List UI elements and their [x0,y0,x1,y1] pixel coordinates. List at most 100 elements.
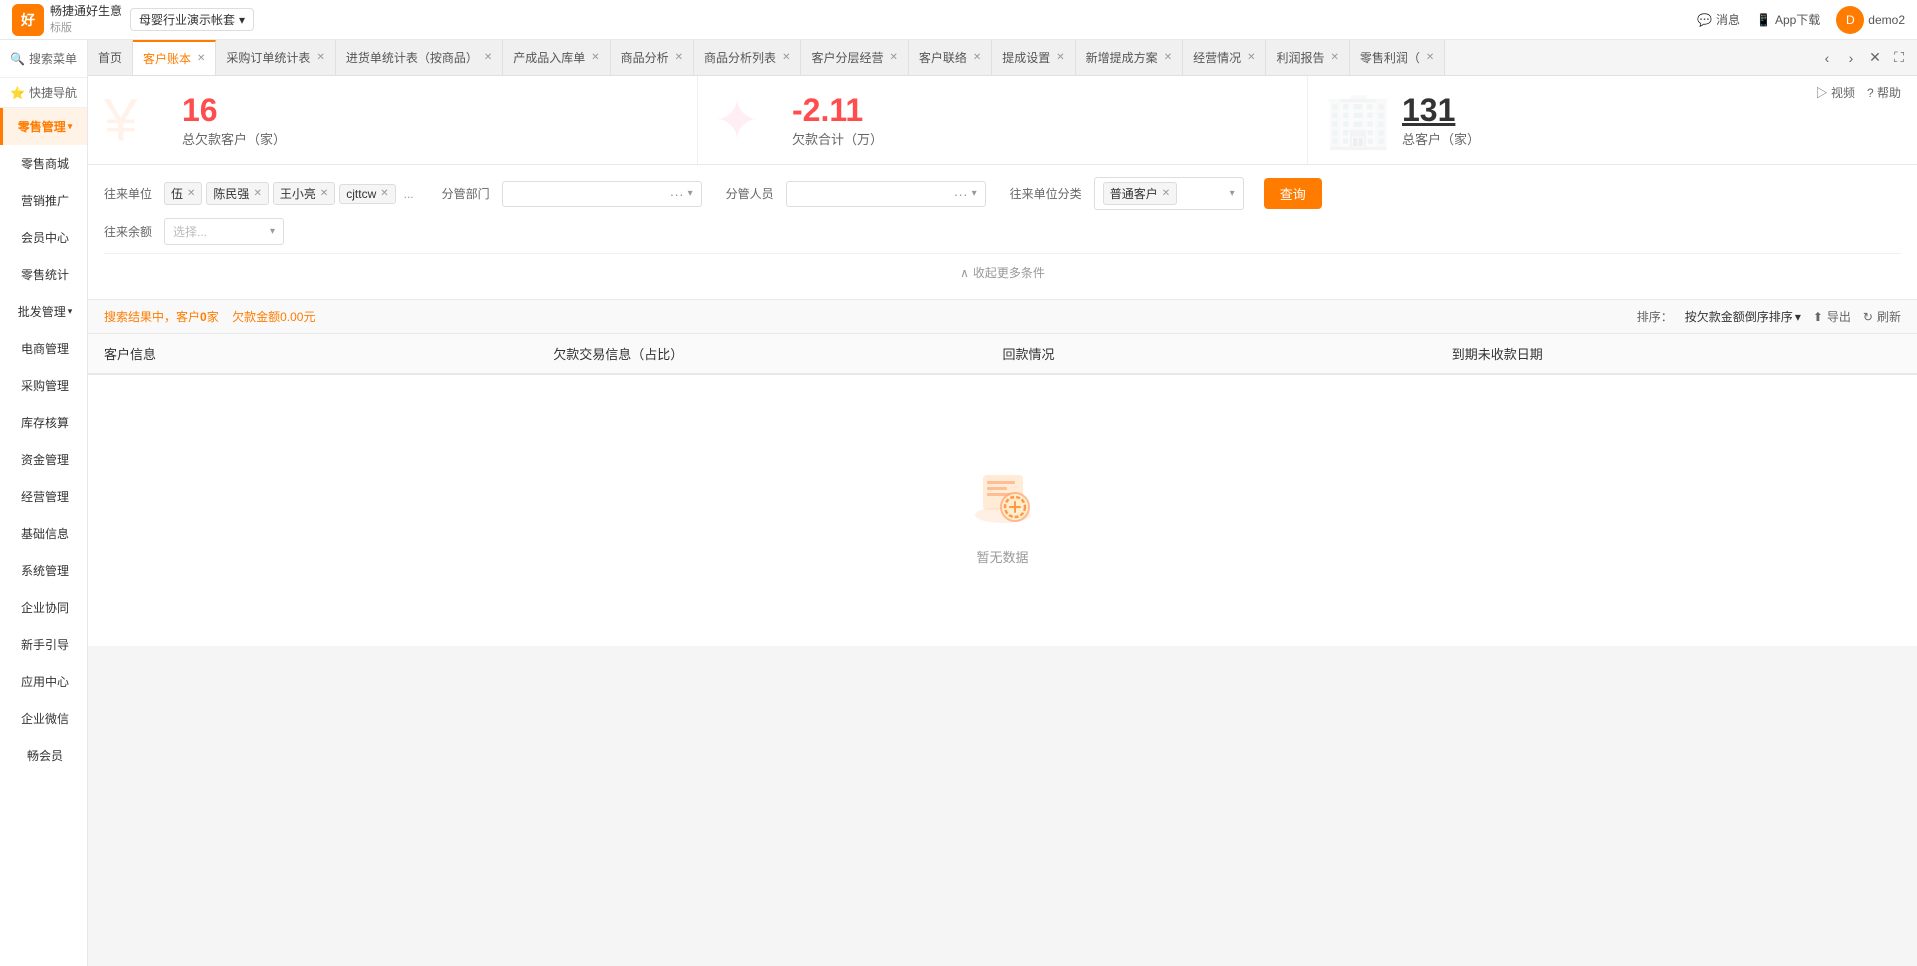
sidebar-item-vip-member[interactable]: 畅会员 [0,737,87,774]
sidebar-item-purchase-mgmt[interactable]: 采购管理 [0,367,87,404]
system-selector-label: 母婴行业演示帐套 [139,11,235,28]
sidebar-item-enterprise-collab[interactable]: 企业协同 [0,589,87,626]
tab-close-icon[interactable]: ✕ [197,53,205,64]
user-menu[interactable]: D demo2 [1836,6,1905,34]
sidebar-item-ops-mgmt[interactable]: 经营管理 [0,478,87,515]
tab-scroll-right[interactable]: › [1841,48,1861,68]
sidebar-quick-nav[interactable]: ⭐ 快捷导航 [0,78,87,108]
message-button[interactable]: 💬 消息 [1697,11,1740,28]
filter-tag-remove[interactable]: ✕ [253,188,261,199]
tab-close-icon[interactable]: ✕ [1056,52,1064,63]
sidebar-item-label: 批发管理 [18,303,66,320]
tab-controls: ‹ › ✕ ⛶ [1809,48,1917,68]
tab-close-icon[interactable]: ✕ [1331,52,1339,63]
system-selector[interactable]: 母婴行业演示帐套 ▾ [130,8,254,31]
tab-close-icon[interactable]: ✕ [1247,52,1255,63]
avatar: D [1836,6,1864,34]
export-button[interactable]: ⬆ 导出 [1813,308,1851,325]
tab-profit-report[interactable]: 利润报告 ✕ [1266,40,1349,76]
filter-tag-remove[interactable]: ✕ [187,188,195,199]
sort-label: 排序： [1637,308,1673,325]
filter-row-unit: 往来单位 伍 ✕ 陈民强 ✕ 王小亮 ✕ [104,177,1901,210]
tab-customer-book[interactable]: 客户账本 ✕ [133,40,216,76]
sidebar-item-new-guide[interactable]: 新手引导 [0,626,87,663]
refresh-button[interactable]: ↻ 刷新 [1863,308,1901,325]
sidebar-item-label: 企业微信 [21,712,69,726]
content-area: 首页 客户账本 ✕ 采购订单统计表 ✕ 进货单统计表（按商品） ✕ 产成品入库单… [88,40,1917,966]
filter-tag-remove[interactable]: ✕ [1162,188,1170,199]
tab-label: 采购订单统计表 [226,49,310,66]
sidebar-item-member-center[interactable]: 会员中心 [0,219,87,256]
tab-close-all[interactable]: ✕ [1865,48,1885,68]
filter-area: 往来单位 伍 ✕ 陈民强 ✕ 王小亮 ✕ [88,165,1917,300]
collapse-button[interactable]: ∧ 收起更多条件 [960,258,1045,287]
tab-close-icon[interactable]: ✕ [675,52,683,63]
sort-select[interactable]: 按欠款金额倒序排序 ▾ [1685,308,1801,325]
tab-operations[interactable]: 经营情况 ✕ [1183,40,1266,76]
chevron-icon: ▾ [68,306,73,317]
tab-close-icon[interactable]: ✕ [782,52,790,63]
sidebar-item-finance-mgmt[interactable]: 资金管理 [0,441,87,478]
sidebar-item-marketing[interactable]: 营销推广 [0,182,87,219]
sidebar-item-basic-info[interactable]: 基础信息 [0,515,87,552]
tab-customer-segment[interactable]: 客户分层经营 ✕ [801,40,908,76]
tab-close-icon[interactable]: ✕ [484,52,492,63]
tab-new-tip-plan[interactable]: 新增提成方案 ✕ [1076,40,1183,76]
filter-tag-remove[interactable]: ✕ [380,188,388,199]
sidebar-item-label: 采购管理 [21,379,69,393]
sidebar-item-retail-mgmt[interactable]: 零售管理 ▾ [0,108,87,145]
sidebar-item-retail-mall[interactable]: 零售商城 [0,145,87,182]
filter-dept-more[interactable]: ··· [670,186,684,202]
tab-close-icon[interactable]: ✕ [889,52,897,63]
filter-unit-class-select[interactable]: 普通客户 ✕ ▾ [1094,177,1244,210]
sidebar-item-inventory[interactable]: 库存核算 [0,404,87,441]
sidebar-item-enterprise-wechat[interactable]: 企业微信 [0,700,87,737]
tab-home[interactable]: 首页 [88,40,133,76]
refresh-icon: ↻ [1863,310,1873,324]
stat-info-total-customers: 131 总客户（家） [1402,92,1480,148]
help-action[interactable]: ? 帮助 [1867,84,1901,101]
filter-balance-select[interactable]: 选择... ▾ [164,218,284,245]
tab-bar: 首页 客户账本 ✕ 采购订单统计表 ✕ 进货单统计表（按商品） ✕ 产成品入库单… [88,40,1917,76]
tab-close-icon[interactable]: ✕ [591,52,599,63]
export-icon: ⬆ [1813,310,1823,324]
tab-close-icon[interactable]: ✕ [973,52,981,63]
sidebar-item-label: 畅会员 [27,749,63,763]
filter-person-select[interactable]: ··· ▾ [786,181,986,207]
chevron-down-icon: ▾ [239,13,245,27]
sidebar-search[interactable]: 🔍 搜索菜单 [0,40,87,78]
tab-label: 提成设置 [1002,49,1050,66]
tab-scroll-left[interactable]: ‹ [1817,48,1837,68]
sidebar-item-wholesale-mgmt[interactable]: 批发管理 ▾ [0,293,87,330]
tab-inbound-stats[interactable]: 进货单统计表（按商品） ✕ [336,40,503,76]
filter-more-tags[interactable]: ... [400,185,418,203]
logo-text: 畅捷通好生意 [50,4,122,18]
app-download-button[interactable]: 📱 App下载 [1756,11,1820,28]
search-actions: 排序： 按欠款金额倒序排序 ▾ ⬆ 导出 ↻ 刷新 [1637,308,1901,325]
tab-expand[interactable]: ⛶ [1889,48,1909,68]
search-result-count: 0 [200,310,207,324]
tab-retail-profit[interactable]: 零售利润（ ✕ [1350,40,1445,76]
filter-tag-remove[interactable]: ✕ [320,188,328,199]
sidebar-item-retail-stats[interactable]: 零售统计 [0,256,87,293]
tab-tip-settings[interactable]: 提成设置 ✕ [992,40,1075,76]
collapse-label: 收起更多条件 [973,264,1045,281]
tab-product-inbound[interactable]: 产成品入库单 ✕ [503,40,610,76]
filter-person-more[interactable]: ··· [954,186,968,202]
tab-close-icon[interactable]: ✕ [1426,52,1434,63]
sidebar-quick-nav-label: 快捷导航 [29,84,77,101]
tab-close-icon[interactable]: ✕ [1164,52,1172,63]
tab-purchase-order-stats[interactable]: 采购订单统计表 ✕ [216,40,335,76]
tab-customer-connect[interactable]: 客户联络 ✕ [909,40,992,76]
sidebar-item-app-center[interactable]: 应用中心 [0,663,87,700]
query-button[interactable]: 查询 [1264,178,1322,209]
sidebar-item-ecommerce-mgmt[interactable]: 电商管理 [0,330,87,367]
tab-product-analysis-list[interactable]: 商品分析列表 ✕ [694,40,801,76]
app-download-label: App下载 [1775,11,1820,28]
tab-close-icon[interactable]: ✕ [316,52,324,63]
sidebar-item-system-mgmt[interactable]: 系统管理 [0,552,87,589]
chevron-down-icon: ▾ [972,188,977,199]
tab-product-analysis[interactable]: 商品分析 ✕ [611,40,694,76]
filter-dept-select[interactable]: ··· ▾ [502,181,702,207]
video-action[interactable]: ▷ 视频 [1816,84,1855,101]
